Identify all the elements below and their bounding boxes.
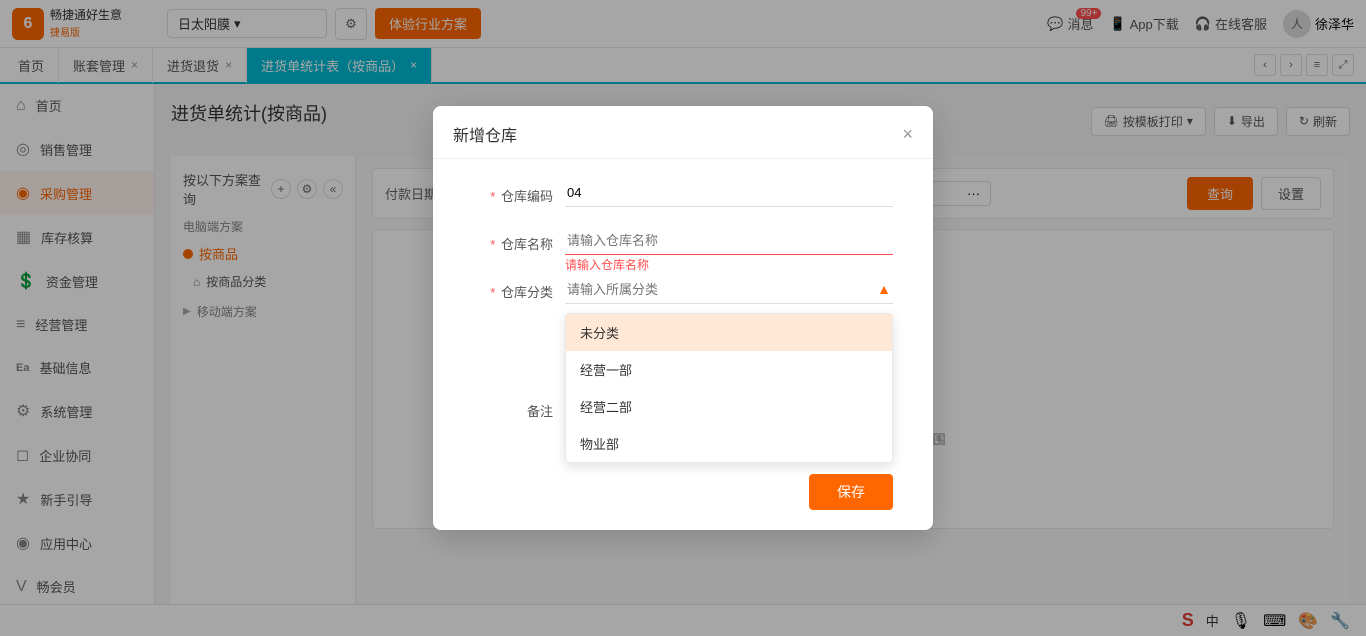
name-label: * 仓库名称: [473, 227, 553, 253]
option-property[interactable]: 物业部: [566, 425, 892, 462]
category-label: * 仓库分类: [473, 275, 553, 301]
option-dept2[interactable]: 经营二部: [566, 388, 892, 425]
dialog-title: 新增仓库: [453, 122, 517, 146]
category-dropdown-list: 未分类 经营一部 经营二部 物业部: [565, 313, 893, 463]
name-required-mark: *: [490, 237, 495, 252]
dialog-header: 新增仓库 ×: [433, 106, 933, 159]
code-input[interactable]: [565, 179, 893, 207]
code-required-mark: *: [490, 189, 495, 204]
name-input[interactable]: [565, 227, 893, 255]
dropdown-arrow-icon[interactable]: ▲: [877, 281, 891, 297]
name-form-row: * 仓库名称 请输入仓库名称: [473, 227, 893, 255]
code-label: * 仓库编码: [473, 179, 553, 205]
option-unclassified[interactable]: 未分类: [566, 314, 892, 351]
name-error-message: 请输入仓库名称: [565, 256, 649, 273]
dialog-footer: 保存: [433, 462, 933, 530]
category-required-mark: *: [490, 285, 495, 300]
dialog-body: * 仓库编码 * 仓库名称 请输入仓库名称 *: [433, 159, 933, 462]
category-dropdown[interactable]: ▲: [565, 275, 893, 304]
modal-overlay: 新增仓库 × * 仓库编码 * 仓库名称: [0, 0, 1366, 636]
category-input[interactable]: [567, 282, 877, 297]
category-form-row: * 仓库分类 ▲ 未分类 经营一部 经营二部 物业部: [473, 275, 893, 304]
option-dept1[interactable]: 经营一部: [566, 351, 892, 388]
code-form-row: * 仓库编码: [473, 179, 893, 207]
new-warehouse-dialog: 新增仓库 × * 仓库编码 * 仓库名称: [433, 106, 933, 530]
note-label: 备注: [473, 394, 553, 420]
save-button[interactable]: 保存: [809, 474, 893, 510]
dialog-close-button[interactable]: ×: [902, 125, 913, 143]
